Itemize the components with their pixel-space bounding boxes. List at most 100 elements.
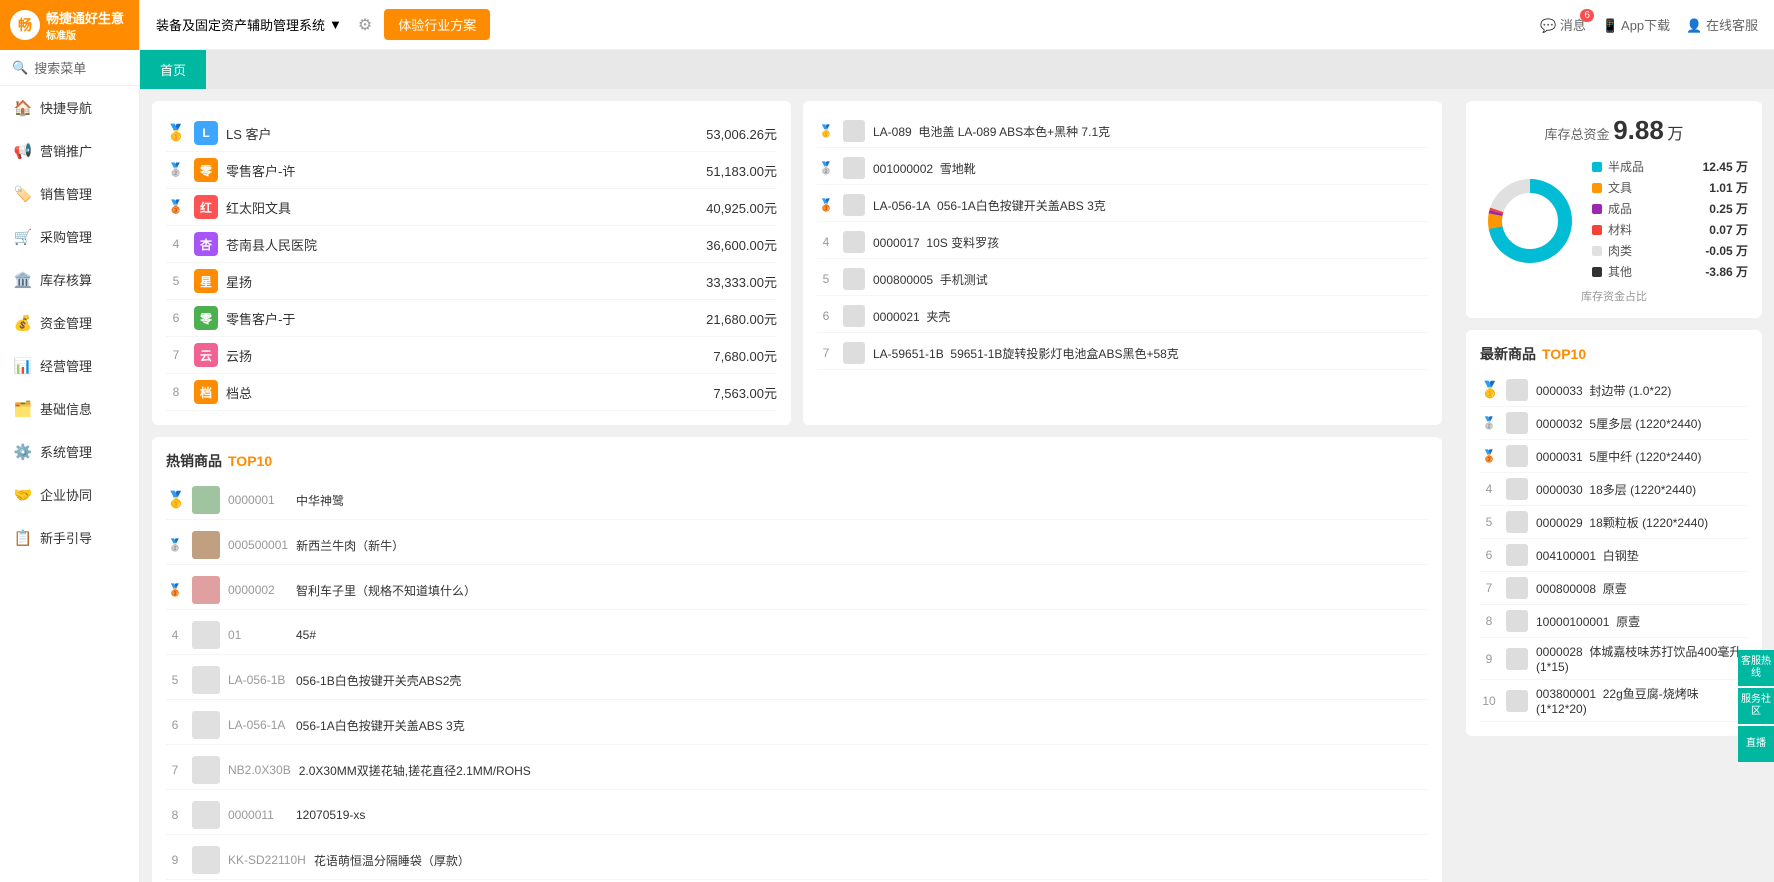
hot-products-card: 热销商品 TOP10 🥇 0000001 中华神鹭 🥈 000500001 bbox=[152, 437, 1442, 882]
hp-rank-7: 7 bbox=[166, 763, 184, 777]
sidebar-item-collab[interactable]: 🤝 企业协同 bbox=[0, 473, 139, 516]
nr-medal-2: 🥈 bbox=[1480, 416, 1498, 430]
hp-rank-4: 4 bbox=[166, 628, 184, 642]
sidebar-item-marketing[interactable]: 📢 营销推广 bbox=[0, 129, 139, 172]
legend-item-4: 肉类 -0.05 万 bbox=[1592, 242, 1748, 259]
medal-2: 🥈 bbox=[166, 162, 186, 178]
tp-img-1 bbox=[843, 120, 865, 142]
chart-area: 半成品 12.45 万 文具 1.01 万 成品 0.25 万 bbox=[1480, 158, 1748, 284]
trial-button[interactable]: 体验行业方案 bbox=[384, 9, 490, 40]
guide-icon: 📋 bbox=[14, 529, 32, 547]
hp-code-2: 000500001 bbox=[228, 538, 288, 552]
hp-row-1: 🥇 0000001 中华神鹭 bbox=[166, 481, 1428, 520]
hp-img-3 bbox=[192, 576, 220, 604]
purchase-icon: 🛒 bbox=[14, 228, 32, 246]
hp-code-6: LA-056-1A bbox=[228, 718, 288, 732]
customer-badge-2: 零 bbox=[194, 158, 218, 182]
tp-img-3 bbox=[843, 194, 865, 216]
legend-label-4: 肉类 bbox=[1608, 242, 1699, 259]
tp-medal-2: 🥈 bbox=[817, 161, 835, 175]
nr-rank-9: 9 bbox=[1480, 652, 1498, 666]
system-name-dropdown[interactable]: 装备及固定资产辅助管理系统 ▼ bbox=[156, 15, 342, 34]
sidebar-item-sales[interactable]: 🏷️ 销售管理 bbox=[0, 172, 139, 215]
customer-badge-3: 红 bbox=[194, 195, 218, 219]
nav-label: 新手引导 bbox=[40, 528, 92, 547]
hp-name-5: 056-1B白色按键开关壳ABS2壳 bbox=[296, 672, 1428, 689]
legend-item-0: 半成品 12.45 万 bbox=[1592, 158, 1748, 175]
nr-rank-10: 10 bbox=[1480, 694, 1498, 708]
customer-amount-3: 40,925.00元 bbox=[706, 198, 777, 217]
legend-list: 半成品 12.45 万 文具 1.01 万 成品 0.25 万 bbox=[1592, 158, 1748, 284]
legend-val-4: -0.05 万 bbox=[1705, 242, 1748, 259]
legend-dot-3 bbox=[1592, 225, 1602, 235]
float-btn-service[interactable]: 客服热线 bbox=[1738, 650, 1774, 686]
inventory-unit: 万 bbox=[1667, 126, 1683, 143]
customer-badge-4: 杏 bbox=[194, 232, 218, 256]
sidebar-item-purchase[interactable]: 🛒 采购管理 bbox=[0, 215, 139, 258]
sidebar-item-system[interactable]: ⚙️ 系统管理 bbox=[0, 430, 139, 473]
right-panel: 库存总资金 9.88 万 bbox=[1454, 89, 1774, 882]
float-btn-live[interactable]: 直播 bbox=[1738, 726, 1774, 762]
sidebar-logo: 畅 畅捷通好生意 标准版 bbox=[0, 0, 139, 50]
hp-img-6 bbox=[192, 711, 220, 739]
nr-info-7: 000800008 原壹 bbox=[1536, 580, 1748, 597]
nr-row-4: 4 0000030 18多层 (1220*2440) bbox=[1480, 473, 1748, 506]
nav-label: 资金管理 bbox=[40, 313, 92, 332]
mobile-icon: 📱 bbox=[1602, 18, 1618, 33]
sidebar-search[interactable]: 🔍 搜索菜单 bbox=[0, 50, 139, 86]
hot-products-title: 热销商品 TOP10 bbox=[166, 451, 1428, 471]
tp-info-2: 001000002 雪地靴 bbox=[873, 160, 1428, 177]
online-service[interactable]: 👤 在线客服 bbox=[1686, 15, 1758, 34]
customer-row-2: 🥈 零 零售客户-许 51,183.00元 bbox=[166, 152, 777, 189]
sidebar-item-quick-nav[interactable]: 🏠 快捷导航 bbox=[0, 86, 139, 129]
hp-row-6: 6 LA-056-1A 056-1A白色按键开关盖ABS 3克 bbox=[166, 706, 1428, 745]
customer-name-5: 星扬 bbox=[226, 272, 698, 291]
sidebar-item-basic-info[interactable]: 🗂️ 基础信息 bbox=[0, 387, 139, 430]
system-name-text: 装备及固定资产辅助管理系统 bbox=[156, 15, 325, 34]
nr-rank-4: 4 bbox=[1480, 482, 1498, 496]
nr-info-9: 0000028 体城嘉枝味苏打饮品400毫升 (1*15) bbox=[1536, 643, 1748, 674]
hp-rank-6: 6 bbox=[166, 718, 184, 732]
nav-label: 采购管理 bbox=[40, 227, 92, 246]
sidebar-item-management[interactable]: 📊 经营管理 bbox=[0, 344, 139, 387]
settings-icon[interactable]: ⚙ bbox=[358, 15, 372, 35]
customer-row-8: 8 档 档总 7,563.00元 bbox=[166, 374, 777, 411]
sidebar-item-guide[interactable]: 📋 新手引导 bbox=[0, 516, 139, 559]
hot-products-list: 🥇 0000001 中华神鹭 🥈 000500001 新西兰牛肉（新牛） 🥉 bbox=[166, 481, 1428, 880]
inventory-total: 库存总资金 9.88 万 bbox=[1480, 115, 1748, 146]
customer-name-6: 零售客户-于 bbox=[226, 309, 698, 328]
nav-label: 快捷导航 bbox=[40, 98, 92, 117]
legend-val-3: 0.07 万 bbox=[1709, 221, 1748, 238]
float-buttons: 客服热线 服务社区 直播 bbox=[1738, 650, 1774, 762]
tp-img-7 bbox=[843, 342, 865, 364]
tab-home[interactable]: 首页 bbox=[140, 50, 206, 89]
hp-img-7 bbox=[192, 756, 220, 784]
tp-row-5: 5 000800005 手机测试 bbox=[817, 263, 1428, 296]
sidebar-item-finance[interactable]: 💰 资金管理 bbox=[0, 301, 139, 344]
nav-label: 基础信息 bbox=[40, 399, 92, 418]
newest-products-top10: TOP10 bbox=[1542, 346, 1586, 362]
nr-info-10: 003800001 22g鱼豆腐-烧烤味 (1*12*20) bbox=[1536, 685, 1748, 716]
nav-label: 营销推广 bbox=[40, 141, 92, 160]
system-icon: ⚙️ bbox=[14, 443, 32, 461]
notification-area[interactable]: 💬 6 消息 bbox=[1540, 15, 1586, 34]
topbar-right: 💬 6 消息 📱 App下载 👤 在线客服 bbox=[1540, 15, 1758, 34]
tp-rank-6: 6 bbox=[817, 309, 835, 323]
inventory-value: 9.88 bbox=[1613, 115, 1664, 145]
sidebar-item-inventory[interactable]: 🏛️ 库存核算 bbox=[0, 258, 139, 301]
hp-row-5: 5 LA-056-1B 056-1B白色按键开关壳ABS2壳 bbox=[166, 661, 1428, 700]
tp-info-5: 000800005 手机测试 bbox=[873, 271, 1428, 288]
hp-name-9: 花语萌恒温分隔睡袋（厚款） bbox=[314, 852, 1428, 869]
hp-name-1: 中华神鹭 bbox=[296, 492, 1428, 509]
app-download[interactable]: 📱 App下载 bbox=[1602, 15, 1670, 34]
rank-num-4: 4 bbox=[166, 237, 186, 251]
tp-medal-1: 🥇 bbox=[817, 124, 835, 138]
hp-name-3: 智利车子里（规格不知道填什么） bbox=[296, 582, 1428, 599]
float-btn-community[interactable]: 服务社区 bbox=[1738, 688, 1774, 724]
nr-img-8 bbox=[1506, 610, 1528, 632]
rank-num-8: 8 bbox=[166, 385, 186, 399]
nav-label: 经营管理 bbox=[40, 356, 92, 375]
nr-medal-3: 🥉 bbox=[1480, 449, 1498, 463]
legend-label-5: 其他 bbox=[1608, 263, 1699, 280]
customer-row-4: 4 杏 苍南县人民医院 36,600.00元 bbox=[166, 226, 777, 263]
